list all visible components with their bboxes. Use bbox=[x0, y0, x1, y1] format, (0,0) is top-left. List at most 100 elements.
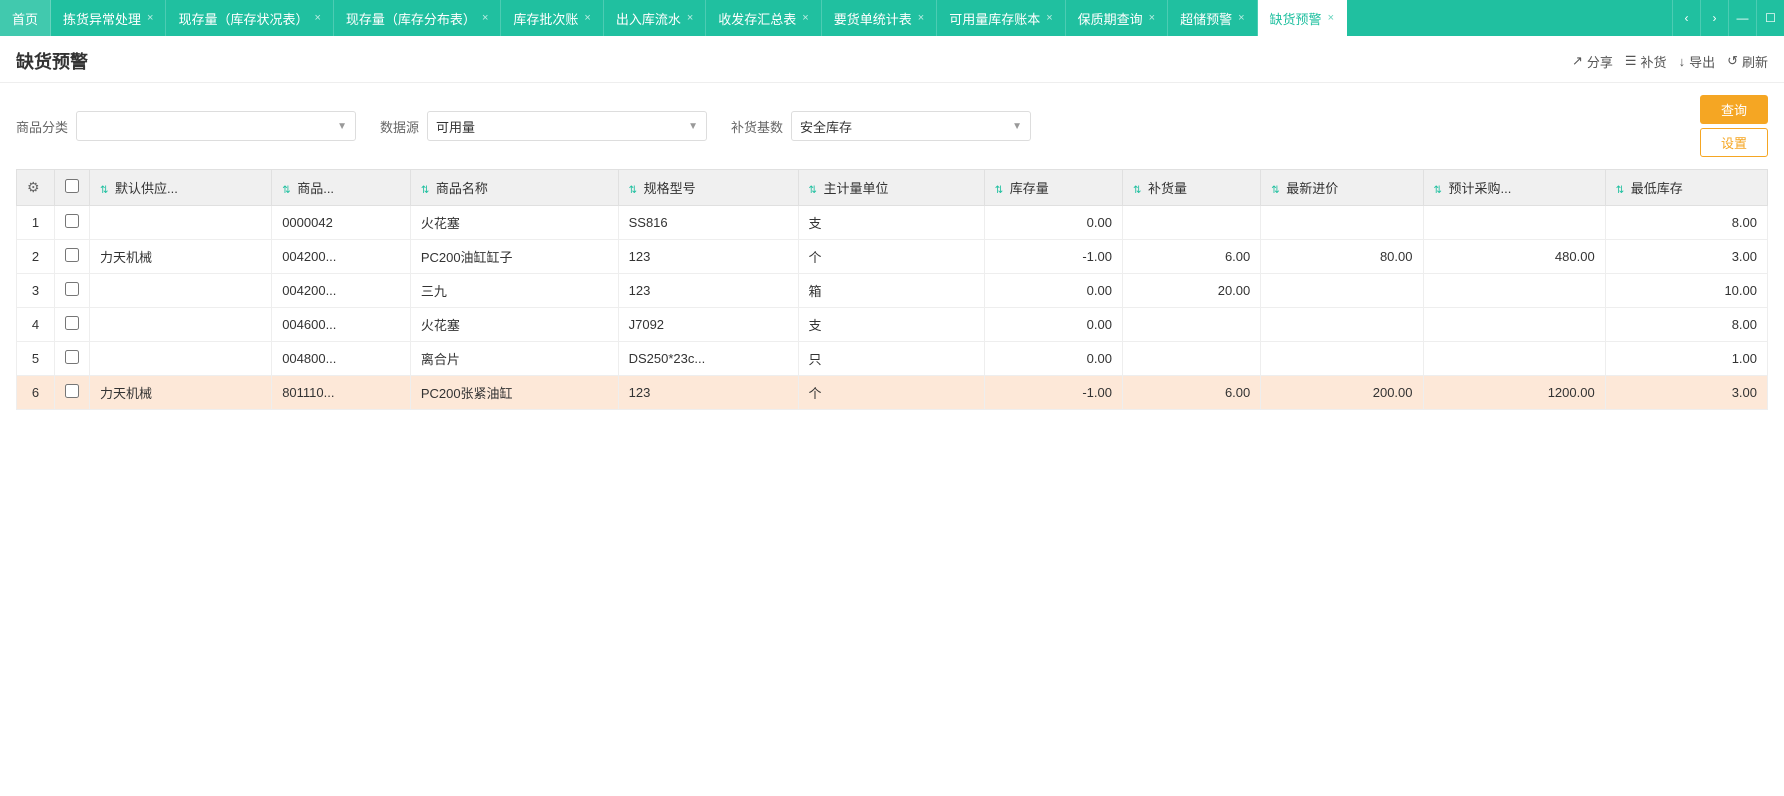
tab-shortage-warning[interactable]: 缺货预警 × bbox=[1258, 0, 1347, 36]
cell-product-name-2: 三九 bbox=[410, 274, 618, 308]
tab-scroll-right[interactable]: › bbox=[1700, 0, 1728, 36]
tab-close-expiry-query[interactable]: × bbox=[1149, 12, 1155, 24]
tab-close-inout-flow[interactable]: × bbox=[687, 12, 693, 24]
row-checkbox-0[interactable] bbox=[65, 214, 79, 228]
cell-supplier-1: 力天机械 bbox=[90, 240, 272, 274]
settings-button[interactable]: 设置 bbox=[1700, 128, 1768, 157]
sort-icon-spec: ⇅ bbox=[629, 185, 637, 196]
sort-icon-product-name: ⇅ bbox=[421, 185, 429, 196]
cell-est-purchase-3 bbox=[1423, 308, 1605, 342]
tab-close-batch-account[interactable]: × bbox=[584, 12, 590, 24]
col-product-code[interactable]: ⇅ 商品... bbox=[272, 170, 411, 206]
tab-close-defect-handle[interactable]: × bbox=[147, 12, 153, 24]
tab-scroll-left[interactable]: ‹ bbox=[1672, 0, 1700, 36]
tab-close-stock-status[interactable]: × bbox=[314, 12, 320, 24]
row-checkbox-3[interactable] bbox=[65, 316, 79, 330]
datasource-select[interactable]: 可用量 ▼ bbox=[427, 111, 707, 141]
sort-icon-supplier: ⇅ bbox=[100, 185, 108, 196]
tab-demand-stat[interactable]: 要货单统计表 × bbox=[822, 0, 937, 36]
cell-unit-3: 支 bbox=[798, 308, 984, 342]
table-row: 6 力天机械 801110... PC200张紧油缸 123 个 -1.00 6… bbox=[17, 376, 1768, 410]
cell-product-code-5: 801110... bbox=[272, 376, 411, 410]
tab-inout-flow[interactable]: 出入库流水 × bbox=[604, 0, 706, 36]
sort-icon-replenish: ⇅ bbox=[1133, 185, 1141, 196]
tab-minimize[interactable]: — bbox=[1728, 0, 1756, 36]
table-row: 3 004200... 三九 123 箱 0.00 20.00 10.00 bbox=[17, 274, 1768, 308]
sort-icon-unit: ⇅ bbox=[809, 185, 817, 196]
tab-overstock-warning[interactable]: 超储预警 × bbox=[1168, 0, 1257, 36]
table-container: ⚙ ⇅ 默认供应... ⇅ 商品... ⇅ 商品名称 bbox=[0, 169, 1784, 410]
page-title: 缺货预警 bbox=[16, 48, 88, 74]
cell-min-stock-3: 8.00 bbox=[1605, 308, 1767, 342]
share-button[interactable]: ↗ 分享 bbox=[1572, 52, 1613, 71]
cell-checkbox-3[interactable] bbox=[55, 308, 90, 342]
supplement-button[interactable]: ☰ 补货 bbox=[1625, 52, 1667, 71]
filter-actions: 查询 设置 bbox=[1700, 95, 1768, 157]
col-spec-model[interactable]: ⇅ 规格型号 bbox=[618, 170, 798, 206]
col-latest-price[interactable]: ⇅ 最新进价 bbox=[1261, 170, 1423, 206]
cell-checkbox-5[interactable] bbox=[55, 376, 90, 410]
tab-close-demand-stat[interactable]: × bbox=[918, 12, 924, 24]
col-est-purchase[interactable]: ⇅ 预计采购... bbox=[1423, 170, 1605, 206]
tab-close-collect-summary[interactable]: × bbox=[802, 12, 808, 24]
col-unit[interactable]: ⇅ 主计量单位 bbox=[798, 170, 984, 206]
cell-checkbox-2[interactable] bbox=[55, 274, 90, 308]
datasource-filter-group: 数据源 可用量 ▼ bbox=[380, 111, 707, 141]
cell-spec-4: DS250*23c... bbox=[618, 342, 798, 376]
col-min-stock[interactable]: ⇅ 最低库存 bbox=[1605, 170, 1767, 206]
refresh-button[interactable]: ↺ 刷新 bbox=[1727, 52, 1768, 71]
tab-stock-status[interactable]: 现存量（库存状况表） × bbox=[166, 0, 333, 36]
tab-close-shortage-warning[interactable]: × bbox=[1328, 12, 1334, 24]
col-default-supplier[interactable]: ⇅ 默认供应... bbox=[90, 170, 272, 206]
cell-min-stock-4: 1.00 bbox=[1605, 342, 1767, 376]
tab-bar: 首页 拣货异常处理 × 现存量（库存状况表） × 现存量（库存分布表） × 库存… bbox=[0, 0, 1784, 36]
export-button[interactable]: ↓ 导出 bbox=[1679, 52, 1716, 71]
col-replenish-qty[interactable]: ⇅ 补货量 bbox=[1122, 170, 1260, 206]
col-checkbox bbox=[55, 170, 90, 206]
cell-unit-0: 支 bbox=[798, 206, 984, 240]
col-stock-qty[interactable]: ⇅ 库存量 bbox=[984, 170, 1122, 206]
tab-batch-account[interactable]: 库存批次账 × bbox=[501, 0, 603, 36]
cell-spec-0: SS816 bbox=[618, 206, 798, 240]
cell-num-4: 5 bbox=[17, 342, 55, 376]
export-icon: ↓ bbox=[1679, 54, 1686, 69]
cell-est-purchase-5: 1200.00 bbox=[1423, 376, 1605, 410]
tab-defect-handle[interactable]: 拣货异常处理 × bbox=[51, 0, 166, 36]
cell-num-2: 3 bbox=[17, 274, 55, 308]
cell-est-purchase-2 bbox=[1423, 274, 1605, 308]
gear-icon[interactable]: ⚙ bbox=[27, 179, 40, 195]
cell-est-purchase-4 bbox=[1423, 342, 1605, 376]
cell-product-name-4: 离合片 bbox=[410, 342, 618, 376]
cell-checkbox-1[interactable] bbox=[55, 240, 90, 274]
tab-maximize[interactable]: ☐ bbox=[1756, 0, 1784, 36]
cell-latest-price-1: 80.00 bbox=[1261, 240, 1423, 274]
cell-stock-qty-2: 0.00 bbox=[984, 274, 1122, 308]
select-all-checkbox[interactable] bbox=[65, 179, 79, 193]
replenish-label: 补货基数 bbox=[731, 117, 783, 136]
share-icon: ↗ bbox=[1572, 53, 1583, 69]
col-product-name[interactable]: ⇅ 商品名称 bbox=[410, 170, 618, 206]
cell-latest-price-0 bbox=[1261, 206, 1423, 240]
row-checkbox-4[interactable] bbox=[65, 350, 79, 364]
replenish-select[interactable]: 安全库存 ▼ bbox=[791, 111, 1031, 141]
row-checkbox-5[interactable] bbox=[65, 384, 79, 398]
row-checkbox-2[interactable] bbox=[65, 282, 79, 296]
tab-stock-dist[interactable]: 现存量（库存分布表） × bbox=[334, 0, 501, 36]
cell-checkbox-4[interactable] bbox=[55, 342, 90, 376]
row-checkbox-1[interactable] bbox=[65, 248, 79, 262]
cell-checkbox-0[interactable] bbox=[55, 206, 90, 240]
query-button[interactable]: 查询 bbox=[1700, 95, 1768, 124]
cell-replenish-qty-0 bbox=[1122, 206, 1260, 240]
replenish-dropdown-icon: ▼ bbox=[1012, 121, 1022, 132]
category-select[interactable]: ▼ bbox=[76, 111, 356, 141]
tab-close-stock-dist[interactable]: × bbox=[482, 12, 488, 24]
sort-icon-product-code: ⇅ bbox=[282, 185, 290, 196]
tab-collect-summary[interactable]: 收发存汇总表 × bbox=[706, 0, 821, 36]
cell-latest-price-4 bbox=[1261, 342, 1423, 376]
tab-home[interactable]: 首页 bbox=[0, 0, 51, 36]
tab-available-ledger[interactable]: 可用量库存账本 × bbox=[937, 0, 1065, 36]
tab-close-available-ledger[interactable]: × bbox=[1046, 12, 1052, 24]
tab-expiry-query[interactable]: 保质期查询 × bbox=[1066, 0, 1168, 36]
cell-stock-qty-4: 0.00 bbox=[984, 342, 1122, 376]
tab-close-overstock-warning[interactable]: × bbox=[1238, 12, 1244, 24]
